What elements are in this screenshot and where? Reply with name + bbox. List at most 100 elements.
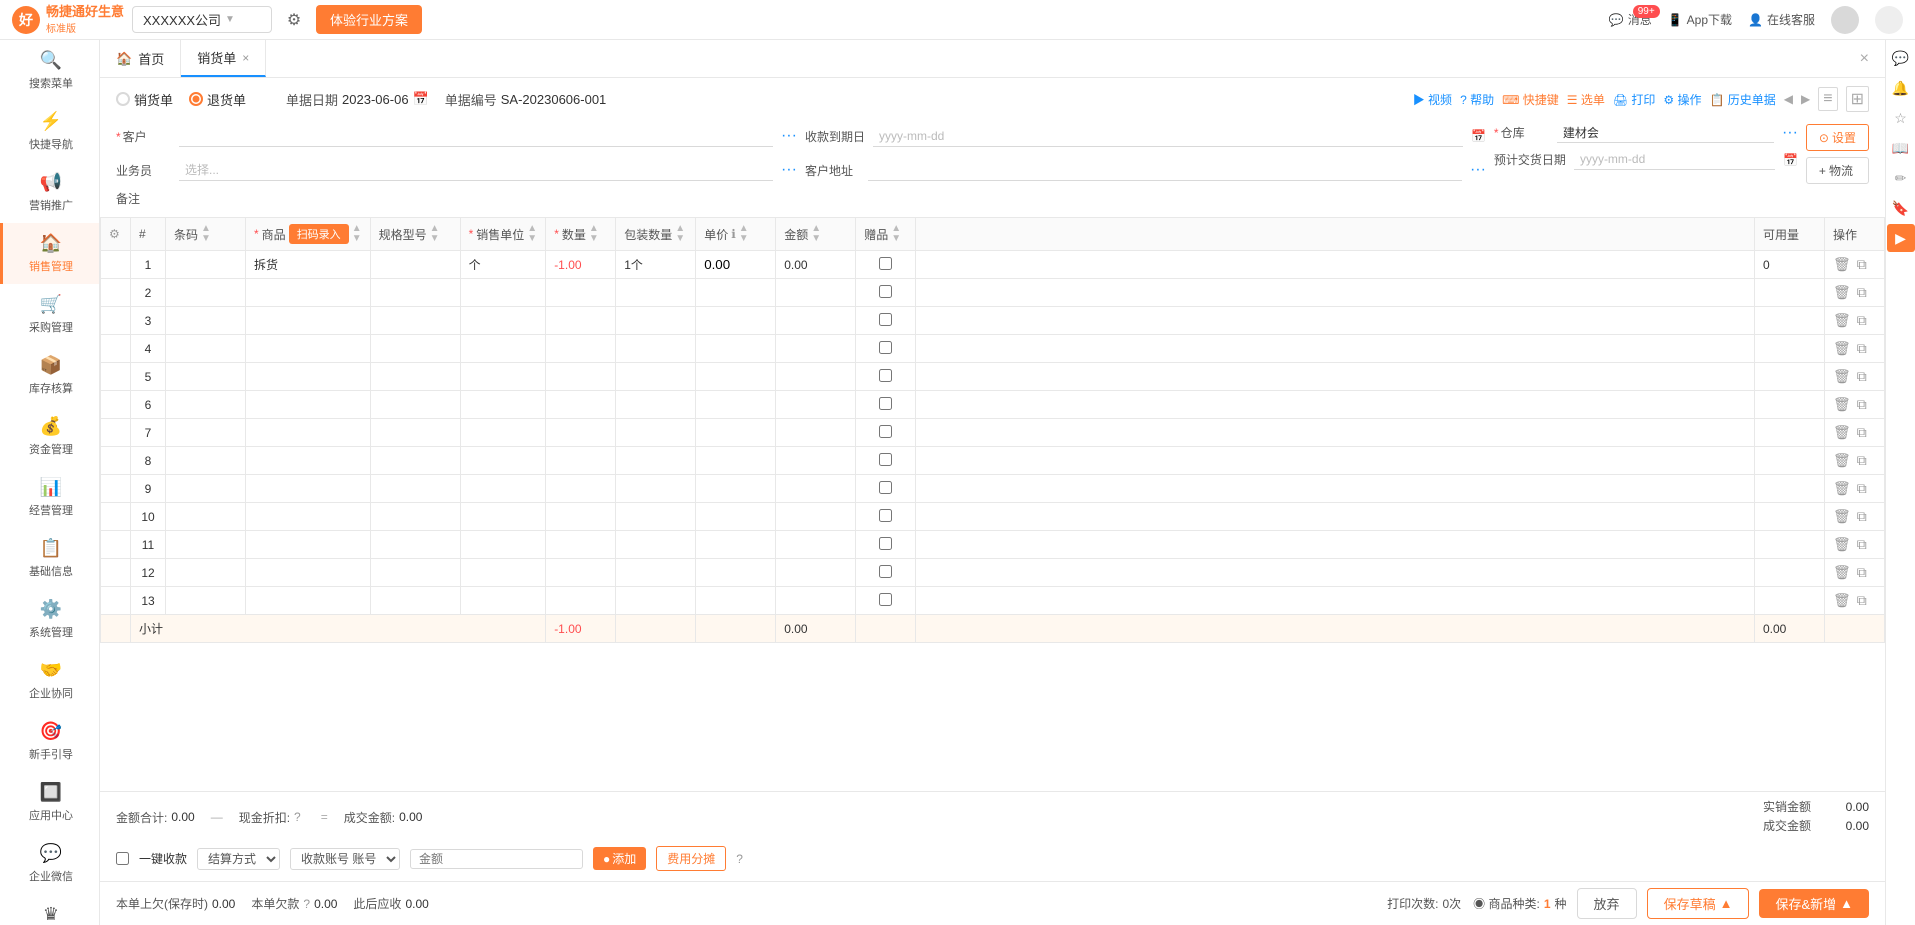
gift-checkbox[interactable] bbox=[879, 425, 892, 438]
copy-icon[interactable]: ⧉ bbox=[1857, 340, 1867, 357]
gift-checkbox[interactable] bbox=[879, 537, 892, 550]
online-service-button[interactable]: 👤 在线客服 bbox=[1748, 11, 1815, 28]
rp-bell-icon[interactable]: 🔔 bbox=[1887, 74, 1915, 102]
shortcut-link[interactable]: ⌨ 快捷键 bbox=[1502, 91, 1559, 108]
copy-icon[interactable]: ⧉ bbox=[1857, 396, 1867, 413]
gift-checkbox[interactable] bbox=[879, 257, 892, 270]
delivery-date-input[interactable] bbox=[1574, 149, 1775, 170]
delete-icon[interactable]: 🗑 bbox=[1833, 508, 1851, 525]
cash-discount-help[interactable]: ? bbox=[294, 810, 301, 824]
copy-icon[interactable]: ⧉ bbox=[1857, 564, 1867, 581]
spec-sort-icon[interactable]: ▲▼ bbox=[430, 224, 440, 244]
rp-orange-icon[interactable]: ▶ bbox=[1887, 224, 1915, 252]
row-qty-cell[interactable]: -1.00 bbox=[546, 251, 616, 279]
arrears-help-icon[interactable]: ? bbox=[303, 897, 310, 911]
copy-icon[interactable]: ⧉ bbox=[1857, 424, 1867, 441]
tab-home[interactable]: 🏠 首页 bbox=[100, 40, 181, 77]
price-sort-icon[interactable]: ▲▼ bbox=[739, 224, 749, 244]
spec-input[interactable] bbox=[379, 257, 452, 272]
nav-next-icon[interactable]: ▶ bbox=[1801, 92, 1810, 106]
gift-checkbox[interactable] bbox=[879, 565, 892, 578]
gift-checkbox[interactable] bbox=[879, 285, 892, 298]
gift-checkbox[interactable] bbox=[879, 397, 892, 410]
sidebar-item-inventory[interactable]: 📦 库存核算 bbox=[0, 345, 99, 406]
sidebar-item-finance[interactable]: 💰 资金管理 bbox=[0, 406, 99, 467]
sidebar-item-purchase[interactable]: 🛒 采购管理 bbox=[0, 284, 99, 345]
tab-close-icon[interactable]: × bbox=[242, 51, 249, 65]
sidebar-item-search[interactable]: 🔍 搜索菜单 bbox=[0, 40, 99, 101]
amount-input[interactable] bbox=[410, 849, 583, 869]
gift-checkbox[interactable] bbox=[879, 509, 892, 522]
add-button[interactable]: ● 添加 bbox=[593, 847, 646, 870]
row-price-cell[interactable] bbox=[696, 251, 776, 279]
payment-due-input[interactable] bbox=[873, 126, 1463, 147]
nav-prev-icon[interactable]: ◀ bbox=[1784, 92, 1793, 106]
sidebar-item-system[interactable]: ⚙️ 系统管理 bbox=[0, 589, 99, 650]
fee-help-icon[interactable]: ? bbox=[736, 852, 743, 866]
print-link[interactable]: 🖨 打印 bbox=[1613, 91, 1656, 108]
delete-icon[interactable]: 🗑 bbox=[1833, 396, 1851, 413]
company-selector[interactable]: XXXXXX公司 ▼ bbox=[132, 6, 272, 33]
price-info-icon[interactable]: ℹ bbox=[731, 227, 736, 241]
radio-sales[interactable]: 销货单 bbox=[116, 90, 173, 109]
rp-comment-icon[interactable]: 💬 bbox=[1887, 44, 1915, 72]
sidebar-item-enterprise[interactable]: 🤝 企业协同 bbox=[0, 650, 99, 711]
gift-sort-icon[interactable]: ▲▼ bbox=[891, 224, 901, 244]
row-gift-cell[interactable] bbox=[856, 251, 916, 279]
sidebar-item-basics[interactable]: 📋 基础信息 bbox=[0, 528, 99, 589]
delivery-date-calendar-icon[interactable]: 📅 bbox=[1783, 153, 1798, 167]
table-container[interactable]: ⚙ # 条码 ▲▼ *商品 bbox=[100, 217, 1885, 791]
row-spec-cell[interactable] bbox=[370, 251, 460, 279]
note-input[interactable] bbox=[179, 188, 1869, 209]
salesperson-input[interactable] bbox=[179, 160, 773, 181]
sidebar-item-guide[interactable]: 🎯 新手引导 bbox=[0, 711, 99, 772]
settings-icon-btn[interactable]: ⚙ bbox=[280, 6, 308, 34]
sidebar-item-marketing[interactable]: 📢 营销推广 bbox=[0, 162, 99, 223]
rp-bookmark-icon[interactable]: 🔖 bbox=[1887, 194, 1915, 222]
delete-icon[interactable]: 🗑 bbox=[1833, 256, 1851, 273]
account-select[interactable]: 收款账号 账号 bbox=[290, 848, 400, 870]
warehouse-input[interactable] bbox=[1557, 122, 1774, 143]
copy-icon[interactable]: ⧉ bbox=[1857, 312, 1867, 329]
fee-button[interactable]: 费用分摊 bbox=[656, 846, 726, 871]
radio-return[interactable]: 退货单 bbox=[189, 90, 246, 109]
payment-due-calendar-icon[interactable]: 📅 bbox=[1471, 129, 1486, 143]
gift-checkbox[interactable] bbox=[879, 453, 892, 466]
help-link[interactable]: ? 帮助 bbox=[1460, 91, 1494, 108]
copy-icon[interactable]: ⧉ bbox=[1857, 256, 1867, 273]
payment-method-select[interactable]: 结算方式 bbox=[197, 848, 280, 870]
amount-sort-icon[interactable]: ▲▼ bbox=[811, 224, 821, 244]
view-grid-icon[interactable]: ⊞ bbox=[1846, 86, 1869, 112]
rp-star-icon[interactable]: ☆ bbox=[1887, 104, 1915, 132]
customer-dots[interactable]: ··· bbox=[781, 127, 797, 145]
tab-sales-order[interactable]: 销货单 × bbox=[181, 40, 266, 77]
gift-checkbox[interactable] bbox=[879, 341, 892, 354]
app-download-button[interactable]: 📱 App下载 bbox=[1668, 11, 1732, 28]
save-draft-button[interactable]: 保存草稿 ▲ bbox=[1647, 888, 1750, 919]
history-link[interactable]: 📋 历史单据 bbox=[1710, 91, 1776, 108]
message-button[interactable]: 💬 消息 99+ bbox=[1609, 11, 1652, 28]
delete-icon[interactable]: 🗑 bbox=[1833, 340, 1851, 357]
copy-icon[interactable]: ⧉ bbox=[1857, 480, 1867, 497]
logistics-button[interactable]: + 物流 bbox=[1806, 157, 1869, 184]
video-link[interactable]: ▶ 视频 bbox=[1413, 91, 1452, 108]
delete-icon[interactable]: 🗑 bbox=[1833, 592, 1851, 609]
gift-checkbox[interactable] bbox=[879, 593, 892, 606]
pkgqty-sort-icon[interactable]: ▲▼ bbox=[675, 224, 685, 244]
gear-icon[interactable]: ⚙ bbox=[109, 227, 120, 241]
delete-icon[interactable]: 🗑 bbox=[1833, 368, 1851, 385]
one-click-payment-checkbox[interactable] bbox=[116, 852, 129, 865]
operation-link[interactable]: ⚙ 操作 bbox=[1663, 91, 1701, 108]
delete-icon[interactable]: 🗑 bbox=[1833, 452, 1851, 469]
copy-icon[interactable]: ⧉ bbox=[1857, 368, 1867, 385]
salesperson-dots[interactable]: ··· bbox=[781, 161, 797, 179]
delete-icon[interactable]: 🗑 bbox=[1833, 312, 1851, 329]
close-tab-icon[interactable]: × bbox=[1852, 50, 1877, 67]
delete-icon[interactable]: 🗑 bbox=[1833, 480, 1851, 497]
copy-icon[interactable]: ⧉ bbox=[1857, 452, 1867, 469]
product-sort-icon[interactable]: ▲▼ bbox=[352, 224, 362, 244]
date-calendar-icon[interactable]: 📅 bbox=[413, 91, 429, 107]
avatar[interactable] bbox=[1831, 6, 1859, 34]
sidebar-item-sales[interactable]: 🏠 销售管理 bbox=[0, 223, 99, 284]
copy-icon[interactable]: ⧉ bbox=[1857, 508, 1867, 525]
